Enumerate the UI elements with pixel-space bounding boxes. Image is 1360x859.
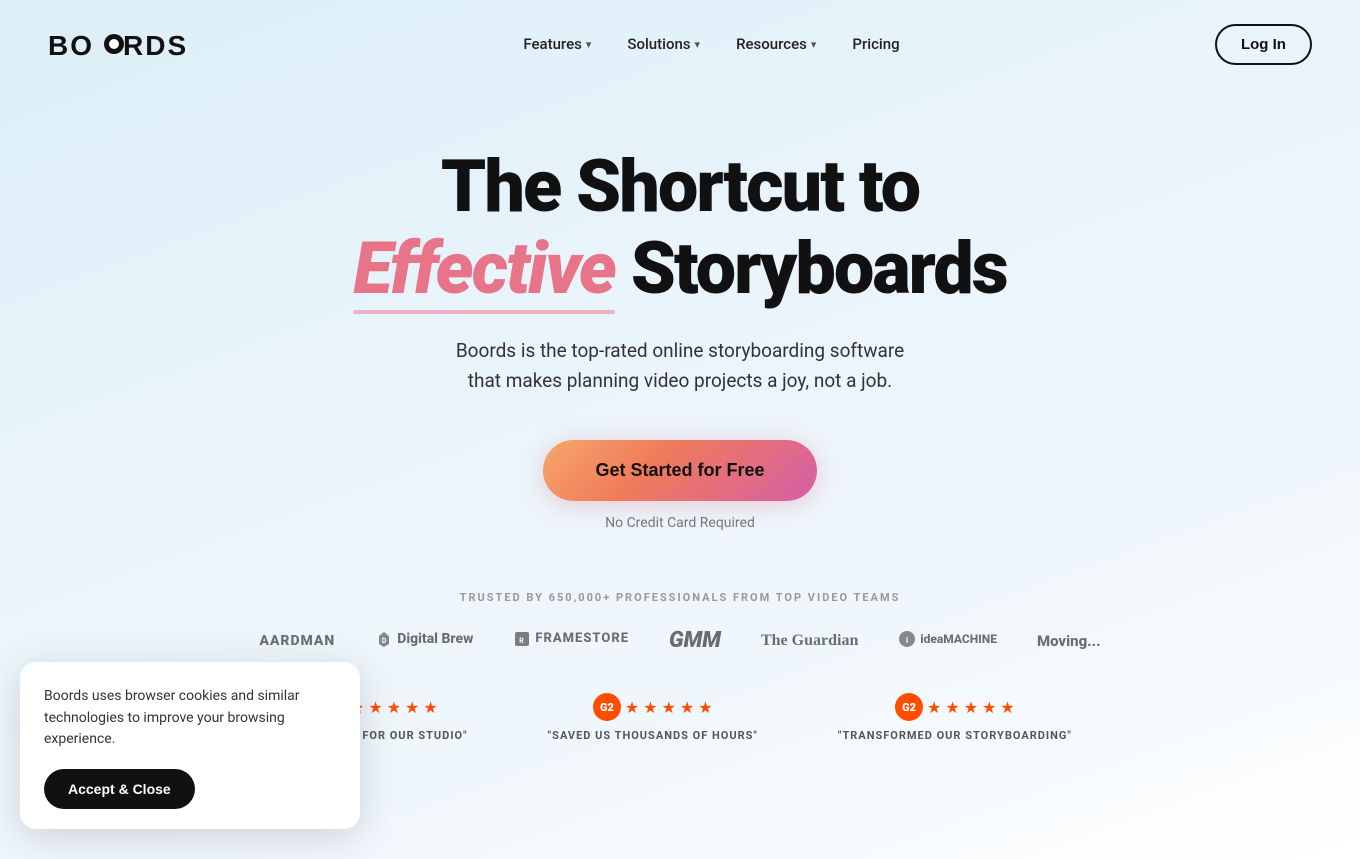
star-1-5: ★ (423, 698, 437, 717)
nav-item-solutions[interactable]: Solutions ▾ (613, 27, 714, 61)
logo-svg: BO RDS (48, 25, 208, 63)
star-3-1: ★ (927, 698, 941, 717)
solutions-chevron-icon: ▾ (695, 38, 701, 51)
hero-sub-line1: Boords is the top-rated online storyboar… (456, 339, 904, 362)
star-2-5: ★ (698, 698, 712, 717)
framestore-icon: R (513, 630, 531, 648)
svg-text:R: R (520, 637, 525, 645)
review-block-2: G2 ★ ★ ★ ★ ★ "SAVED US THOUSANDS OF HOUR… (548, 693, 758, 742)
star-3-4: ★ (982, 698, 996, 717)
trust-label: TRUSTED BY 650,000+ PROFESSIONALS FROM T… (60, 591, 1300, 604)
brand-idea-machine: i ideaMACHINE (898, 630, 997, 651)
hero-headline: The Shortcut to Effective Storyboards (353, 148, 1006, 336)
star-2-1: ★ (625, 698, 639, 717)
nav-item-features[interactable]: Features ▾ (509, 27, 605, 61)
cookie-accept-button[interactable]: Accept & Close (44, 769, 195, 809)
hero-headline-line1: The Shortcut to (353, 148, 1006, 226)
g2-badge-3: G2 (895, 693, 923, 721)
star-2-4: ★ (680, 698, 694, 717)
star-1-4: ★ (405, 698, 419, 717)
brand-aardman: AARDMAN (259, 633, 335, 649)
hero-sub-line2: that makes planning video projects a joy… (468, 369, 892, 392)
star-1-2: ★ (368, 698, 382, 717)
star-2-3: ★ (662, 698, 676, 717)
review-quote-2: "SAVED US THOUSANDS OF HOURS" (548, 729, 758, 742)
nav-links: Features ▾ Solutions ▾ Resources ▾ Prici… (509, 27, 913, 61)
svg-text:BO: BO (48, 30, 94, 61)
idea-machine-icon: i (898, 630, 916, 648)
nav-item-pricing[interactable]: Pricing (838, 27, 913, 61)
cookie-text: Boords uses browser cookies and similar … (44, 686, 336, 751)
hero-headline-line2: Effective Storyboards (353, 230, 1006, 308)
cookie-banner: Boords uses browser cookies and similar … (20, 662, 360, 829)
star-3-2: ★ (945, 698, 959, 717)
trust-bar: TRUSTED BY 650,000+ PROFESSIONALS FROM T… (20, 591, 1340, 653)
review-block-3: G2 ★ ★ ★ ★ ★ "TRANSFORMED OUR STORYBOARD… (838, 693, 1072, 742)
features-chevron-icon: ▾ (586, 38, 592, 51)
digital-brew-icon: D (375, 630, 393, 648)
hero-subtext: Boords is the top-rated online storyboar… (456, 336, 904, 397)
hero-effective-word: Effective (353, 230, 615, 308)
brand-logo-row: AARDMAN D Digital Brew R (60, 628, 1300, 653)
no-credit-card-text: No Credit Card Required (605, 515, 755, 531)
cta-button[interactable]: Get Started for Free (543, 440, 816, 501)
navbar: BO RDS Features ▾ Solutions ▾ Resources … (0, 0, 1360, 88)
hero-storyboards-word: Storyboards (615, 226, 1007, 311)
star-2-2: ★ (643, 698, 657, 717)
star-1-3: ★ (387, 698, 401, 717)
nav-solutions-label: Solutions (627, 35, 690, 53)
nav-item-resources[interactable]: Resources ▾ (722, 27, 830, 61)
star-3-5: ★ (1000, 698, 1014, 717)
svg-text:D: D (382, 637, 387, 645)
reviews-row: G2 ★ ★ ★ ★ ★ "ESSENTIAL FOR OUR STUDIO" … (248, 693, 1112, 742)
brand-digital-brew: D Digital Brew (375, 630, 473, 652)
resources-chevron-icon: ▾ (811, 38, 817, 51)
brand-moving: Moving... (1037, 632, 1101, 650)
brand-framestore: R Framestore (513, 630, 629, 652)
nav-resources-label: Resources (736, 35, 807, 53)
review-stars-2: G2 ★ ★ ★ ★ ★ (593, 693, 713, 721)
g2-badge-2: G2 (593, 693, 621, 721)
review-stars-3: G2 ★ ★ ★ ★ ★ (895, 693, 1015, 721)
svg-text:RDS: RDS (123, 30, 188, 61)
star-3-3: ★ (964, 698, 978, 717)
brand-gmm: GMM (669, 628, 721, 653)
logo[interactable]: BO RDS (48, 25, 208, 63)
review-quote-3: "TRANSFORMED OUR STORYBOARDING" (838, 729, 1072, 742)
svg-text:i: i (906, 636, 908, 645)
login-button[interactable]: Log In (1215, 24, 1312, 65)
brand-guardian: The Guardian (761, 632, 858, 650)
nav-features-label: Features (523, 35, 581, 53)
nav-pricing-label: Pricing (852, 35, 899, 53)
